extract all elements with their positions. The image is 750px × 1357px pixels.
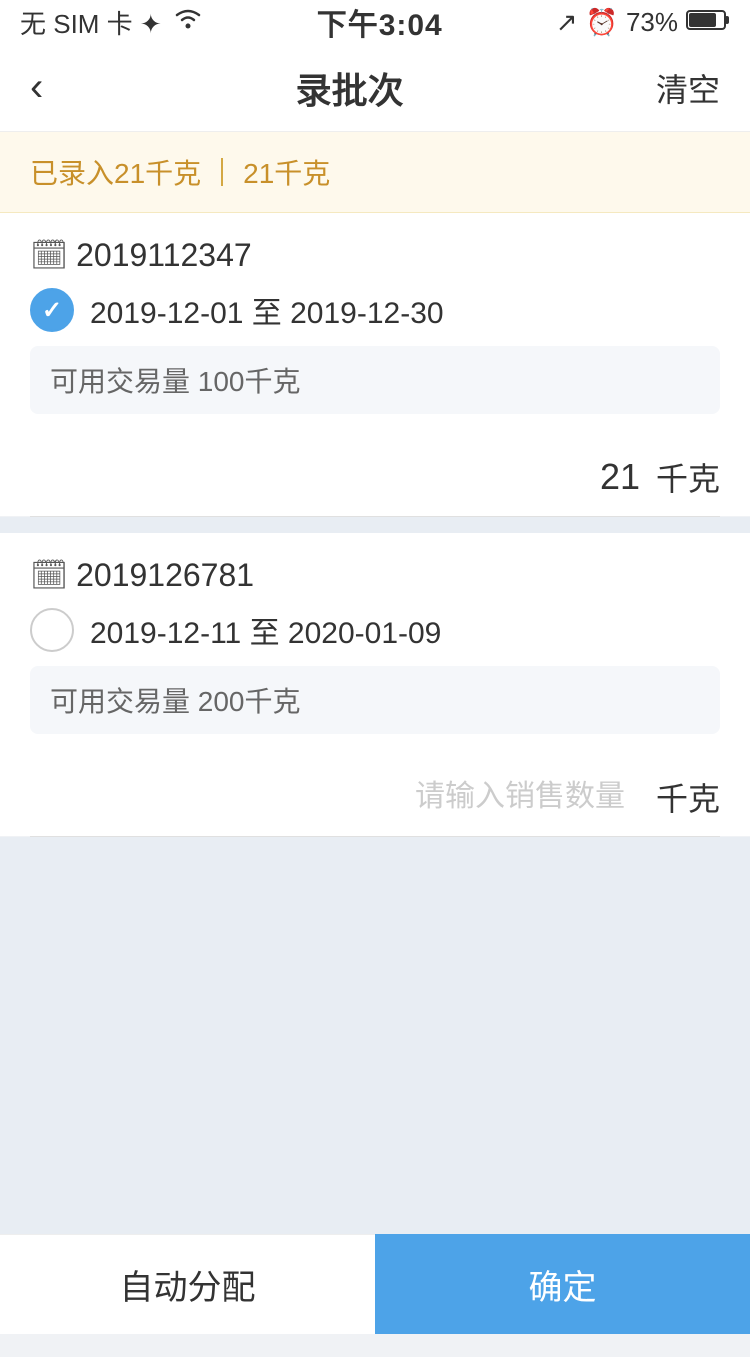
info-divider — [221, 158, 223, 186]
quantity-input-2[interactable] — [340, 780, 640, 814]
auto-distribute-button[interactable]: 自动分配 — [0, 1234, 375, 1334]
status-bar: 无 SIM 卡 ✦ 下午3:04 ↗ ⏰ 73% — [0, 0, 750, 44]
radio-btn-2[interactable] — [30, 608, 74, 652]
batch-available-1: 可用交易量 100千克 — [30, 346, 720, 414]
quantity-row-1: 21 千克 — [0, 434, 750, 516]
batch-id-2: 2019126781 — [76, 557, 254, 594]
page-title: 录批次 — [296, 62, 404, 114]
status-time: 下午3:04 — [317, 0, 443, 44]
recorded-label: 已录入21千克 — [30, 152, 201, 192]
batch-id-row-2: 🗓 2019126781 — [30, 557, 720, 594]
nav-bar: ‹ 录批次 清空 — [0, 44, 750, 132]
status-left: 无 SIM 卡 ✦ — [20, 4, 204, 41]
confirm-button[interactable]: 确定 — [375, 1234, 750, 1334]
batch-icon-2: 🗓 — [30, 558, 68, 593]
batch-id-row-1: 🗓 2019112347 — [30, 237, 720, 274]
footer: 自动分配 确定 — [0, 1234, 750, 1334]
bottom-area — [0, 837, 750, 1257]
wifi-icon — [172, 7, 204, 38]
back-button[interactable]: ‹ — [30, 65, 43, 110]
input-unit-2: 千克 — [656, 774, 720, 820]
batch-item-2: 🗓 2019126781 2019-12-11 至 2020-01-09 可用交… — [0, 533, 750, 754]
quantity-value-1: 21 — [600, 456, 640, 498]
battery-icon — [686, 7, 730, 38]
content: 🗓 2019112347 2019-12-01 至 2019-12-30 可用交… — [0, 213, 750, 1357]
info-banner: 已录入21千克 21千克 — [0, 132, 750, 213]
batch-date-row-1[interactable]: 2019-12-01 至 2019-12-30 — [30, 288, 720, 332]
batch-id-1: 2019112347 — [76, 237, 252, 274]
clear-button[interactable]: 清空 — [656, 65, 720, 111]
sim-status: 无 SIM 卡 ✦ — [20, 4, 162, 41]
batch-item-1: 🗓 2019112347 2019-12-01 至 2019-12-30 可用交… — [0, 213, 750, 434]
batch-date-row-2[interactable]: 2019-12-11 至 2020-01-09 — [30, 608, 720, 652]
info-amount: 21千克 — [243, 152, 330, 192]
batch-icon-1: 🗓 — [30, 238, 68, 273]
batch-available-2: 可用交易量 200千克 — [30, 666, 720, 734]
alarm-icon: ⏰ — [586, 7, 618, 38]
radio-btn-1[interactable] — [30, 288, 74, 332]
quantity-unit-1: 千克 — [656, 454, 720, 500]
status-right: ↗ ⏰ 73% — [556, 7, 730, 38]
battery-percent: 73% — [626, 7, 678, 38]
input-row-2: 千克 — [0, 754, 750, 836]
batch-date-2: 2019-12-11 至 2020-01-09 — [90, 608, 441, 652]
batch-date-1: 2019-12-01 至 2019-12-30 — [90, 288, 444, 332]
section-separator — [0, 517, 750, 533]
location-icon: ↗ — [556, 7, 578, 38]
